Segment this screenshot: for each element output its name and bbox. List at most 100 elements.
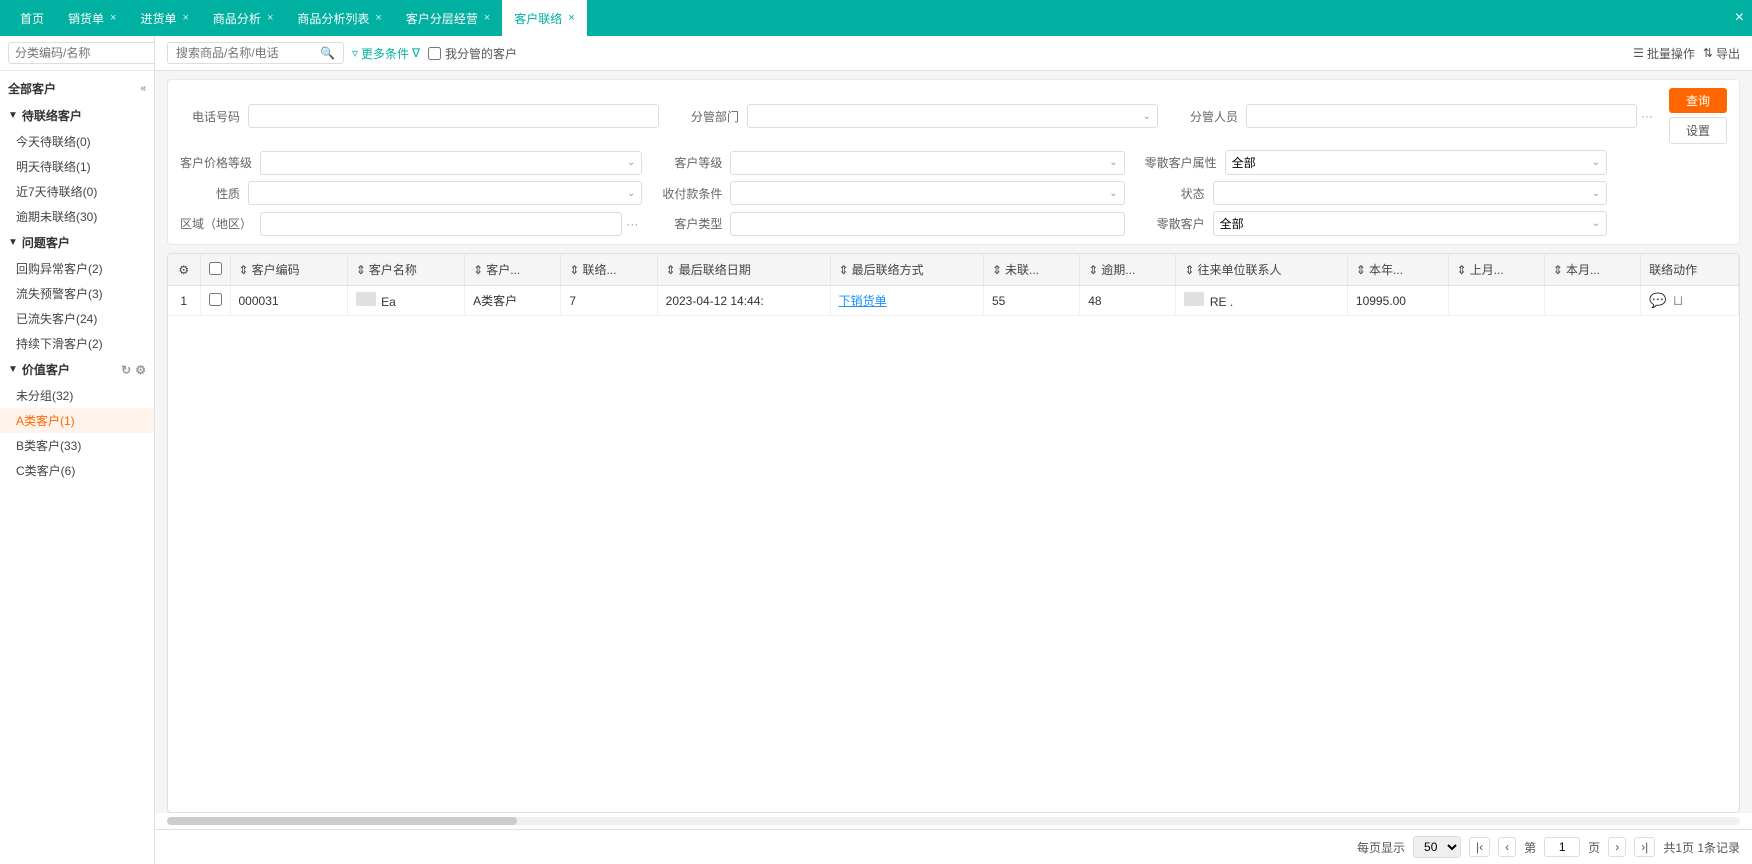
qr-icon[interactable]: ⊔: [1673, 292, 1684, 309]
sidebar-section-pending[interactable]: ▼ 待联络客户: [0, 102, 154, 129]
filter-cell-retail2: 零散客户 全部 ⌄: [1145, 211, 1607, 236]
td-check: [200, 286, 230, 316]
last-method-link[interactable]: 下销货单: [839, 294, 887, 308]
sidebar-search-area: 🔍: [0, 36, 154, 71]
filter-cell-phone: 电话号码: [180, 104, 659, 128]
filter-payment-select[interactable]: ⌄: [730, 181, 1124, 205]
batch-op-btn[interactable]: ☰ 批量操作: [1633, 45, 1695, 62]
filter-price-select[interactable]: ⌄: [260, 151, 642, 175]
close-customer-contact-icon[interactable]: ×: [568, 12, 574, 24]
sidebar-item-class-b[interactable]: B类客户(33): [0, 433, 154, 458]
close-purchase-order-icon[interactable]: ×: [182, 12, 188, 24]
filter-cell-price-level: 客户价格等级 ⌄: [180, 151, 642, 175]
filter-cell-nature: 性质 ⌄: [180, 181, 642, 205]
sidebar-item-today[interactable]: 今天待联络(0): [0, 129, 154, 154]
tri-icon-3: ▼: [8, 364, 18, 375]
next-page-btn[interactable]: ›: [1608, 837, 1626, 857]
filter-retail2-select[interactable]: 全部 ⌄: [1213, 211, 1607, 236]
sidebar-item-tomorrow[interactable]: 明天待联络(1): [0, 154, 154, 179]
nav-customer-tier[interactable]: 客户分层经营 ×: [394, 0, 502, 36]
query-button[interactable]: 查询: [1669, 88, 1727, 113]
filter-cust-type-input[interactable]: [730, 212, 1124, 236]
prev-page-btn[interactable]: ‹: [1498, 837, 1516, 857]
th-last-contact-date: ⇕ 最后联络日期: [657, 254, 830, 286]
settings-button[interactable]: 设置: [1669, 117, 1727, 144]
page-number-input[interactable]: [1544, 837, 1580, 857]
last-page-btn[interactable]: ›|: [1634, 837, 1655, 857]
filter-status-select[interactable]: ⌄: [1213, 181, 1607, 205]
sidebar-all-customers[interactable]: 全部客户 «: [0, 75, 154, 102]
chevron-down-icon: ∇: [412, 46, 420, 60]
search-icon[interactable]: 🔍: [320, 46, 335, 60]
toolbar: 🔍 ▿ 更多条件 ∇ 我分管的客户 ☰ 批量操作 ⇅ 导出: [155, 36, 1752, 71]
table-body: 1 000031 Ea A类客户: [168, 286, 1739, 316]
page-size-select[interactable]: 50: [1413, 836, 1461, 858]
filter-btn[interactable]: ▿ 更多条件 ∇: [352, 45, 420, 62]
filter-retail-select[interactable]: 全部 ⌄: [1225, 150, 1607, 175]
sidebar-item-class-c[interactable]: C类客户(6): [0, 458, 154, 483]
sidebar-item-overdue[interactable]: 逾期未联络(30): [0, 204, 154, 229]
filter-person-dots[interactable]: ···: [1641, 109, 1653, 123]
col-sort-overdue-icon: ⇕: [1088, 263, 1098, 277]
close-product-analysis-list-icon[interactable]: ×: [375, 12, 381, 24]
row-checkbox[interactable]: [209, 293, 222, 306]
filter-dept-select[interactable]: ⌄: [747, 104, 1158, 128]
sidebar-item-declining[interactable]: 持续下滑客户(2): [0, 331, 154, 356]
gear-icon[interactable]: ⚙: [178, 263, 189, 277]
sidebar-item-class-a[interactable]: A类客户(1): [0, 408, 154, 433]
customer-table: ⚙ ⇕ 客户编码 ⇕: [168, 254, 1739, 316]
filter-phone-input[interactable]: [248, 104, 659, 128]
chevron-down-cust-icon: ⌄: [1109, 157, 1117, 168]
sidebar-item-7days[interactable]: 近7天待联络(0): [0, 179, 154, 204]
nav-customer-contact[interactable]: 客户联络 ×: [502, 0, 586, 36]
settings-icon[interactable]: ⚙: [135, 363, 146, 377]
td-last-month: [1448, 286, 1544, 316]
scroll-thumb[interactable]: [167, 817, 517, 825]
close-sales-order-icon[interactable]: ×: [110, 12, 116, 24]
sidebar-section-problem[interactable]: ▼ 问题客户: [0, 229, 154, 256]
col-sort-company-icon: ⇕: [1184, 263, 1194, 277]
filter-cell-dept: 分管部门 ⌄: [679, 104, 1158, 128]
filter-cust-level-select[interactable]: ⌄: [730, 151, 1124, 175]
col-sort-year-icon: ⇕: [1356, 263, 1366, 277]
filter-row-4: 区域（地区） ··· 客户类型 零散客户 全部 ⌄: [180, 211, 1727, 236]
sidebar-section-value[interactable]: ▼ 价值客户 ↻ ⚙: [0, 356, 154, 383]
col-sort-name-icon: ⇕: [356, 263, 366, 277]
th-not-contacted: ⇕ 未联...: [983, 254, 1079, 286]
search-input[interactable]: [176, 46, 316, 60]
filter-person-input[interactable]: [1246, 104, 1637, 128]
my-customers-checkbox[interactable]: 我分管的客户: [428, 45, 517, 62]
close-customer-tier-icon[interactable]: ×: [484, 12, 490, 24]
nav-product-analysis[interactable]: 商品分析 ×: [201, 0, 285, 36]
export-btn[interactable]: ⇅ 导出: [1703, 45, 1740, 62]
filter-region-dots[interactable]: ···: [626, 217, 638, 231]
filter-region-input[interactable]: [260, 212, 622, 236]
td-this-year: 10995.00: [1347, 286, 1448, 316]
th-overdue: ⇕ 逾期...: [1080, 254, 1176, 286]
table-row: 1 000031 Ea A类客户: [168, 286, 1739, 316]
filter-cell-cust-level: 客户等级 ⌄: [662, 151, 1124, 175]
chat-icon[interactable]: 💬: [1649, 292, 1666, 309]
nav-product-analysis-list[interactable]: 商品分析列表 ×: [285, 0, 393, 36]
sidebar-search-input[interactable]: [8, 42, 155, 64]
sidebar-item-repurchase[interactable]: 回购异常客户(2): [0, 256, 154, 281]
refresh-icon[interactable]: ↻: [121, 363, 131, 377]
filter-nature-select[interactable]: ⌄: [248, 181, 642, 205]
col-sort-not-icon: ⇕: [992, 263, 1002, 277]
nav-sales-order[interactable]: 销货单 ×: [56, 0, 128, 36]
th-code: ⇕ 客户编码: [230, 254, 347, 286]
sidebar-item-ungrouped[interactable]: 未分组(32): [0, 383, 154, 408]
nav-home[interactable]: 首页: [8, 0, 56, 36]
first-page-btn[interactable]: |‹: [1469, 837, 1490, 857]
my-customers-check[interactable]: [428, 47, 441, 60]
sidebar-item-churned[interactable]: 已流失客户(24): [0, 306, 154, 331]
col-sort-method-icon: ⇕: [839, 263, 849, 277]
filter-cell-person: 分管人员 ···: [1178, 104, 1657, 128]
scroll-track[interactable]: [167, 817, 1740, 825]
close-product-analysis-icon[interactable]: ×: [267, 12, 273, 24]
th-this-year: ⇕ 本年...: [1347, 254, 1448, 286]
select-all-checkbox[interactable]: [209, 262, 222, 275]
nav-purchase-order[interactable]: 进货单 ×: [128, 0, 200, 36]
global-close-button[interactable]: ×: [1735, 9, 1744, 27]
sidebar-item-churn-warning[interactable]: 流失预警客户(3): [0, 281, 154, 306]
